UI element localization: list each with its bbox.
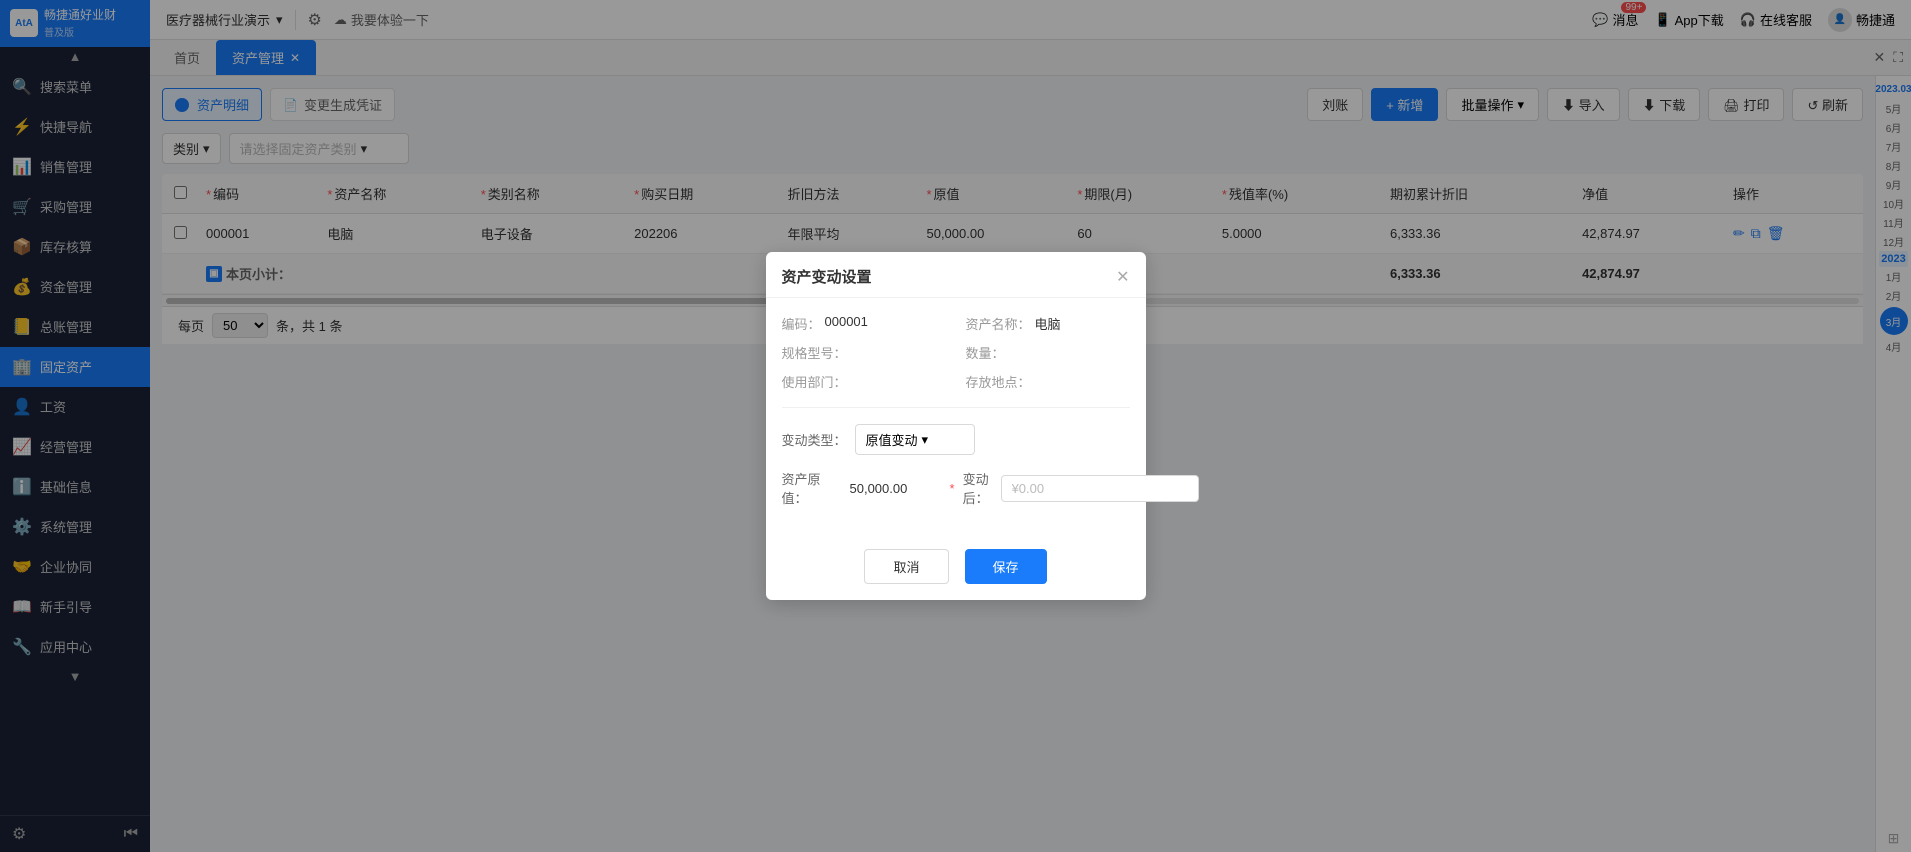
change-type-value: 原值变动 <box>866 430 918 449</box>
modal-quantity-label: 数量： <box>966 343 1005 362</box>
modal-quantity: 数量： <box>966 343 1130 362</box>
modal-spec: 规格型号： <box>782 343 946 362</box>
modal-info-grid: 编码： 000001 资产名称： 电脑 规格型号： 数量： 使用部门： <box>782 314 1130 391</box>
modal-after-change-label: 变动后： <box>963 469 989 507</box>
modal-original-value-value: 50,000.00 <box>850 481 930 496</box>
modal-name: 资产名称： 电脑 <box>966 314 1130 333</box>
change-type-select[interactable]: 原值变动 ▾ <box>855 424 975 455</box>
modal-location: 存放地点： <box>966 372 1130 391</box>
modal-original-value-label: 资产原值： <box>782 469 842 507</box>
modal-overlay: 资产变动设置 ✕ 编码： 000001 资产名称： 电脑 规格型号： 数量： <box>0 0 1911 852</box>
modal-body: 编码： 000001 资产名称： 电脑 规格型号： 数量： 使用部门： <box>766 298 1146 537</box>
modal-name-value: 电脑 <box>1035 314 1061 333</box>
modal-change-type-field: 变动类型： 原值变动 ▾ <box>782 424 1130 455</box>
modal-code: 编码： 000001 <box>782 314 946 333</box>
modal-location-label: 存放地点： <box>966 372 1031 391</box>
modal-footer: 取消 保存 <box>766 537 1146 600</box>
modal-spec-label: 规格型号： <box>782 343 847 362</box>
modal-divider <box>782 407 1130 408</box>
modal-close-icon[interactable]: ✕ <box>1116 267 1129 287</box>
save-button[interactable]: 保存 <box>965 549 1047 584</box>
modal-original-value-field: 资产原值： 50,000.00 * 变动后： <box>782 469 1130 507</box>
asset-change-modal: 资产变动设置 ✕ 编码： 000001 资产名称： 电脑 规格型号： 数量： <box>766 252 1146 600</box>
modal-title: 资产变动设置 <box>782 266 872 287</box>
modal-code-label: 编码： <box>782 314 821 333</box>
change-type-dropdown-icon: ▾ <box>922 432 929 448</box>
modal-required-dot: * <box>950 481 955 496</box>
after-change-input[interactable] <box>1001 475 1199 502</box>
modal-name-label: 资产名称： <box>966 314 1031 333</box>
cancel-button[interactable]: 取消 <box>864 549 948 584</box>
modal-change-type-label: 变动类型： <box>782 430 847 449</box>
modal-dept-label: 使用部门： <box>782 372 847 391</box>
modal-code-value: 000001 <box>825 314 868 333</box>
modal-header: 资产变动设置 ✕ <box>766 252 1146 298</box>
modal-dept: 使用部门： <box>782 372 946 391</box>
